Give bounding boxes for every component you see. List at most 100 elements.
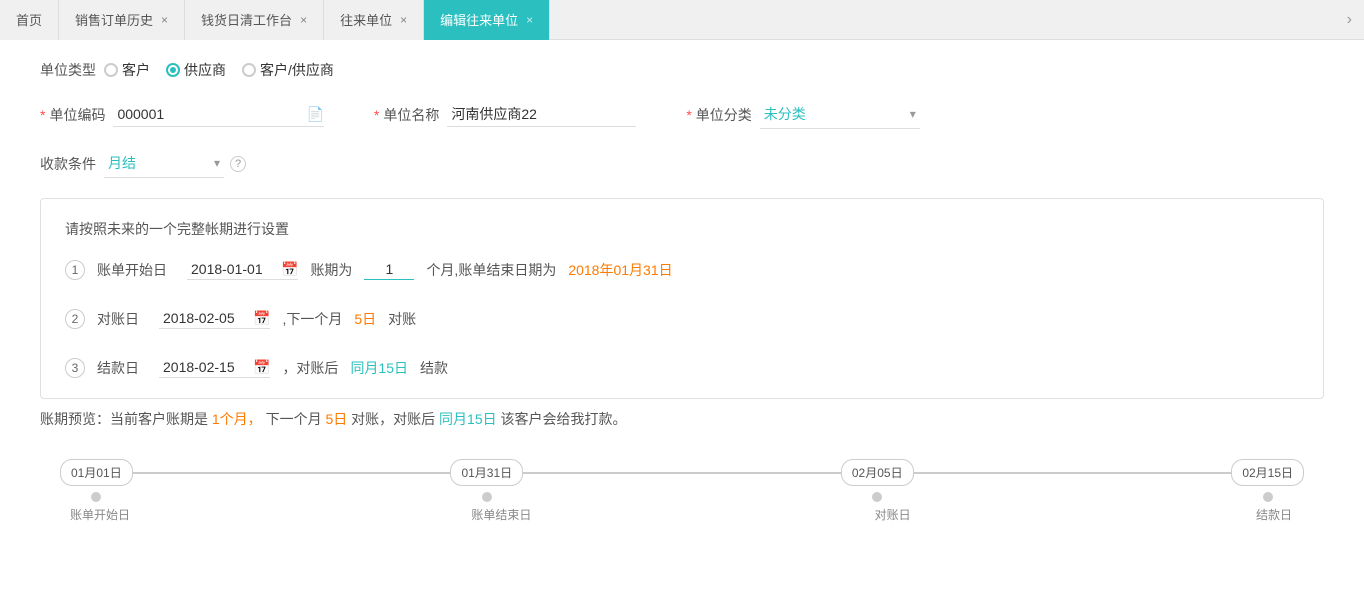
period-date-input-2[interactable] <box>159 308 249 328</box>
unit-code-label: 单位编码 <box>49 105 105 125</box>
tab-counterpart-label: 往来单位 <box>340 10 392 29</box>
payment-terms-help-icon[interactable]: ? <box>230 156 246 172</box>
radio-customer[interactable]: 客户 <box>104 60 150 80</box>
tab-cash-work-label: 钱货日清工作台 <box>201 10 292 29</box>
unit-code-icon[interactable]: 📄 <box>306 106 323 123</box>
unit-category-field: * 单位分类 未分类 ▾ <box>686 100 919 129</box>
period-date-input-1[interactable] <box>187 259 277 279</box>
tab-edit-counterpart-close[interactable]: × <box>526 13 533 27</box>
period-label-1: 账单开始日 <box>97 260 167 280</box>
tab-edit-counterpart[interactable]: 编辑往来单位 × <box>424 0 550 40</box>
payment-terms-field: 收款条件 月结 ▾ ? <box>40 149 246 178</box>
tab-sales-history[interactable]: 销售订单历史 × <box>59 0 185 40</box>
tl-dot-2 <box>872 492 882 502</box>
tl-sublabel-0: 账单开始日 <box>60 506 140 523</box>
period-settings-box: 请按照未来的一个完整帐期进行设置 1 账单开始日 📅 账期为 个月,账单结束日期… <box>40 198 1324 399</box>
tab-cash-work[interactable]: 钱货日清工作台 × <box>185 0 324 40</box>
unit-type-radio-group: 客户 供应商 客户/供应商 <box>104 60 334 80</box>
period-desc-3: ，对账后 <box>282 358 338 378</box>
tab-home-label: 首页 <box>16 10 42 29</box>
tl-node-0: 01月01日 <box>60 459 133 502</box>
tl-line-0 <box>133 472 451 474</box>
tl-node-2: 02月05日 <box>841 459 914 502</box>
period-cal-icon-1[interactable]: 📅 <box>281 261 298 278</box>
tl-pill-2: 02月05日 <box>841 459 914 486</box>
unit-category-arrow: ▾ <box>910 107 916 121</box>
payment-terms-value: 月结 <box>108 153 210 173</box>
payment-terms-arrow: ▾ <box>214 156 220 170</box>
period-months-input[interactable] <box>364 259 414 280</box>
period-desc-prefix-1: 账期为 <box>310 260 352 280</box>
unit-code-star: * <box>40 107 45 123</box>
preview-highlight3: 同月15日 <box>439 411 497 427</box>
tl-spacer-2 <box>923 506 1244 523</box>
unit-code-input[interactable] <box>113 102 302 126</box>
unit-name-input[interactable] <box>447 102 636 127</box>
preview-suffix: 该客户会给我打款。 <box>501 411 627 427</box>
tab-more-button[interactable]: › <box>1335 11 1364 29</box>
preview-highlight1: 1个月， <box>212 411 262 427</box>
payment-terms-label: 收款条件 <box>40 154 96 174</box>
tl-pill-3: 02月15日 <box>1231 459 1304 486</box>
tl-sublabel-3: 结款日 <box>1244 506 1304 523</box>
radio-supplier[interactable]: 供应商 <box>166 60 226 80</box>
tab-home[interactable]: 首页 <box>0 0 59 40</box>
unit-type-label: 单位类型 <box>40 60 96 80</box>
tl-line-2 <box>914 472 1232 474</box>
timeline: 01月01日 01月31日 02月05日 02月15日 <box>40 459 1324 502</box>
preview-middle2: 对账，对账后 <box>351 411 435 427</box>
tl-dot-0 <box>91 492 101 502</box>
preview-middle1: 下一个月 <box>266 411 322 427</box>
tl-node-3: 02月15日 <box>1231 459 1304 502</box>
tab-edit-counterpart-label: 编辑往来单位 <box>440 10 518 29</box>
period-row-3: 3 结款日 📅 ，对账后 同月15日 结款 <box>65 357 1299 378</box>
period-date-input-3[interactable] <box>159 357 249 377</box>
tl-pill-0: 01月01日 <box>60 459 133 486</box>
period-num-3: 3 <box>65 358 85 378</box>
period-payment-highlight: 同月15日 <box>350 358 408 378</box>
period-desc-2: ,下一个月 <box>282 309 342 329</box>
period-row-1: 1 账单开始日 📅 账期为 个月,账单结束日期为 2018年01月31日 <box>65 259 1299 280</box>
preview-text: 账期预览：当前客户账期是 1个月， 下一个月 5日 对账，对账后 同月15日 该… <box>40 409 1324 429</box>
unit-category-select[interactable]: 未分类 ▾ <box>760 100 920 129</box>
unit-info-row: * 单位编码 📄 * 单位名称 * 单位分类 未分类 ▾ <box>40 100 1324 129</box>
unit-category-label: 单位分类 <box>696 105 752 125</box>
unit-category-value: 未分类 <box>764 104 906 124</box>
radio-supplier-label: 供应商 <box>184 60 226 80</box>
period-label-2: 对账日 <box>97 309 139 329</box>
radio-supplier-circle <box>166 63 180 77</box>
tab-bar: 首页 销售订单历史 × 钱货日清工作台 × 往来单位 × 编辑往来单位 × › <box>0 0 1364 40</box>
tab-cash-work-close[interactable]: × <box>300 13 307 27</box>
tab-counterpart-close[interactable]: × <box>400 13 407 27</box>
period-end-date-highlight: 2018年01月31日 <box>568 260 672 280</box>
period-num-1: 1 <box>65 260 85 280</box>
tl-spacer-0 <box>140 506 461 523</box>
unit-name-star: * <box>374 107 379 123</box>
radio-both-label: 客户/供应商 <box>260 60 334 80</box>
period-cal-icon-3[interactable]: 📅 <box>253 359 270 376</box>
tab-sales-history-label: 销售订单历史 <box>75 10 153 29</box>
tl-pill-1: 01月31日 <box>450 459 523 486</box>
period-reconcile-highlight: 5日 <box>354 309 376 329</box>
tl-dot-1 <box>482 492 492 502</box>
tab-counterpart[interactable]: 往来单位 × <box>324 0 424 40</box>
radio-customer-circle <box>104 63 118 77</box>
period-row-2: 2 对账日 📅 ,下一个月 5日 对账 <box>65 308 1299 329</box>
timeline-labels: 账单开始日 账单结束日 对账日 结款日 <box>40 506 1324 523</box>
period-cal-icon-2[interactable]: 📅 <box>253 310 270 327</box>
period-label-3: 结款日 <box>97 358 139 378</box>
unit-code-input-wrap: 📄 <box>113 102 323 127</box>
unit-name-field: * 单位名称 <box>374 102 636 127</box>
period-date-3: 📅 <box>159 357 270 378</box>
unit-code-field: * 单位编码 📄 <box>40 102 324 127</box>
radio-both[interactable]: 客户/供应商 <box>242 60 334 80</box>
period-box-title: 请按照未来的一个完整帐期进行设置 <box>65 219 1299 239</box>
period-desc-2b: 对账 <box>388 309 416 329</box>
period-date-2: 📅 <box>159 308 270 329</box>
tl-dot-3 <box>1263 492 1273 502</box>
period-desc-3b: 结款 <box>420 358 448 378</box>
tl-sublabel-2: 对账日 <box>863 506 923 523</box>
unit-category-star: * <box>686 107 691 123</box>
tab-sales-history-close[interactable]: × <box>161 13 168 27</box>
payment-terms-select[interactable]: 月结 ▾ <box>104 149 224 178</box>
